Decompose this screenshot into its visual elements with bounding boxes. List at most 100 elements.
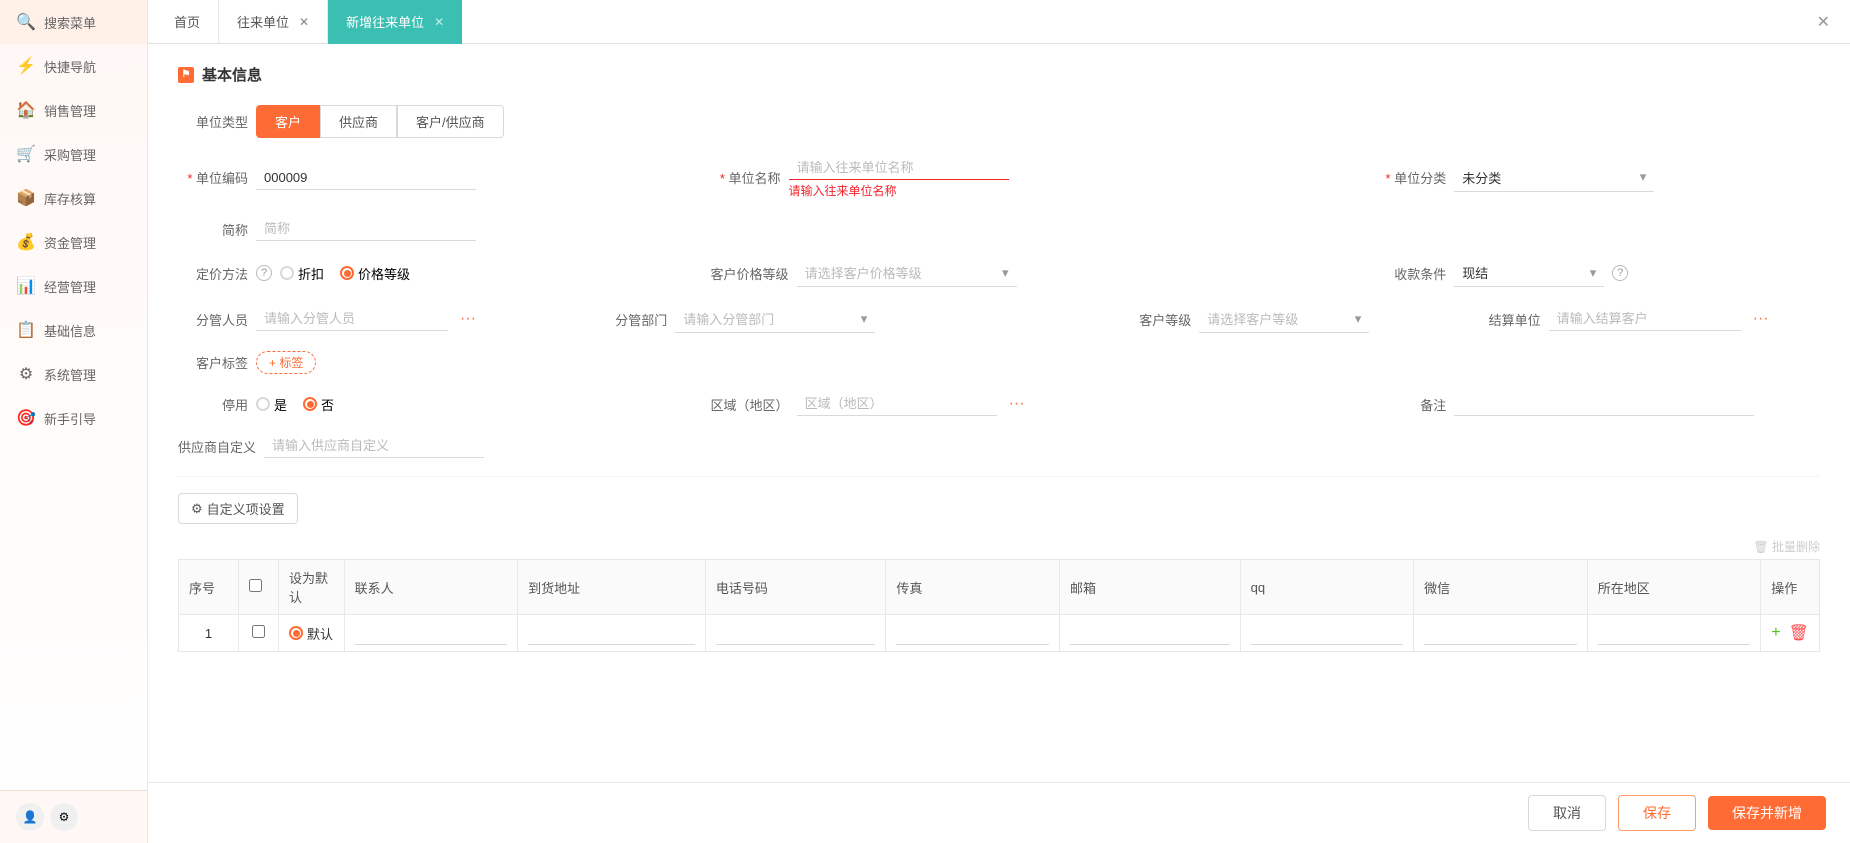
pricing-radio-discount[interactable]: 折扣 [280, 264, 324, 283]
short-name-input[interactable] [256, 217, 476, 241]
region-table-input[interactable] [1598, 621, 1751, 645]
dept-label: 分管部门 [597, 310, 667, 329]
batch-delete-button[interactable]: 🗑 批量删除 [178, 538, 1820, 555]
unit-category-label: 单位分类 [1376, 168, 1446, 187]
delete-row-button[interactable]: 🗑 [1789, 623, 1809, 643]
customer-price-select[interactable]: 请选择客户价格等级 ▾ [797, 259, 1017, 287]
sidebar-item-purchase[interactable]: 🛒 采购管理 [0, 132, 147, 176]
discount-radio-circle [280, 266, 294, 280]
sidebar-item-finance[interactable]: 💰 资金管理 [0, 220, 147, 264]
type-btn-both[interactable]: 客户/供应商 [397, 105, 504, 138]
customer-level-placeholder: 请选择客户等级 [1207, 309, 1298, 328]
pricing-label: 定价方法 [178, 264, 248, 283]
sidebar-item-label: 销售管理 [44, 101, 96, 120]
sidebar-item-operations[interactable]: 📊 经营管理 [0, 264, 147, 308]
form-content: ⚑ 基本信息 单位类型 客户 供应商 客户/供应商 单位编码 单位名称 [148, 44, 1850, 782]
sidebar-item-basic-info[interactable]: 📋 基础信息 [0, 308, 147, 352]
customer-price-caret: ▾ [1002, 265, 1009, 281]
customer-level-select[interactable]: 请选择客户等级 ▾ [1199, 305, 1369, 333]
sidebar-item-label: 搜索菜单 [44, 13, 96, 32]
cancel-button[interactable]: 取消 [1528, 795, 1606, 831]
manager-input[interactable] [256, 307, 448, 331]
region-input[interactable] [797, 392, 997, 416]
customer-price-placeholder: 请选择客户价格等级 [805, 263, 922, 282]
sidebar-item-search[interactable]: 🔍 搜索菜单 [0, 0, 147, 44]
row-checkbox[interactable] [252, 625, 265, 638]
supplier-custom-input[interactable] [264, 434, 484, 458]
section-title: 基本信息 [202, 64, 262, 85]
select-all-checkbox[interactable] [249, 579, 262, 592]
sidebar-item-inventory[interactable]: 📦 库存核算 [0, 176, 147, 220]
sidebar-item-sales[interactable]: 🏠 销售管理 [0, 88, 147, 132]
tab-home[interactable]: 首页 [156, 0, 219, 44]
th-action: 操作 [1761, 560, 1820, 615]
phone-input[interactable] [716, 621, 876, 645]
wechat-input[interactable] [1424, 621, 1577, 645]
sidebar-item-label: 资金管理 [44, 233, 96, 252]
customer-level-caret: ▾ [1355, 311, 1362, 327]
th-default: 设为默认 [279, 560, 345, 615]
type-buttons: 客户 供应商 客户/供应商 [256, 105, 504, 138]
unit-code-group: 单位编码 [178, 166, 711, 190]
custom-settings-label: 自定义项设置 [207, 499, 285, 518]
tab-partners[interactable]: 往来单位 ✕ [219, 0, 328, 44]
contact-input[interactable] [355, 621, 508, 645]
pricing-radio-price-level[interactable]: 价格等级 [340, 264, 410, 283]
settlement-group: 结算单位 ··· [1471, 307, 1820, 331]
disable-yes-label: 是 [274, 395, 287, 414]
tab-home-label: 首页 [174, 12, 200, 31]
settings-bottom-icon[interactable]: ⚙ [50, 803, 78, 831]
disable-yes[interactable]: 是 [256, 395, 287, 414]
unit-name-input[interactable] [789, 156, 1009, 180]
settlement-ellipsis[interactable]: ··· [1749, 310, 1773, 328]
table-header: 序号 设为默认 联系人 到货地址 电话号码 传真 邮箱 qq 微信 所在地区 操… [179, 560, 1820, 615]
pricing-row: 定价方法 ? 折扣 价格等级 客户价格等级 请选择客户价格等级 [178, 259, 1820, 287]
sidebar-item-guide[interactable]: 🎯 新手引导 [0, 396, 147, 440]
address-input[interactable] [528, 621, 695, 645]
th-wechat: 微信 [1414, 560, 1588, 615]
add-tag-button[interactable]: + 标签 [256, 351, 316, 374]
table-row: 1 默认 [179, 615, 1820, 652]
section-divider [178, 476, 1820, 477]
sidebar: 🔍 搜索菜单 ⚡ 快捷导航 🏠 销售管理 🛒 采购管理 📦 库存核算 💰 资金管… [0, 0, 148, 843]
save-new-button[interactable]: 保存并新增 [1708, 796, 1826, 830]
unit-code-input[interactable] [256, 166, 476, 190]
payment-help-icon[interactable]: ? [1612, 265, 1628, 281]
purchase-icon: 🛒 [16, 144, 36, 164]
fax-input[interactable] [896, 621, 1049, 645]
row-actions: + 🗑 [1771, 623, 1809, 643]
sidebar-item-quick-nav[interactable]: ⚡ 快捷导航 [0, 44, 147, 88]
th-email: 邮箱 [1059, 560, 1240, 615]
email-input[interactable] [1070, 621, 1230, 645]
region-ellipsis[interactable]: ··· [1005, 395, 1029, 413]
type-btn-supplier[interactable]: 供应商 [320, 105, 397, 138]
dept-select[interactable]: 请输入分管部门 ▾ [675, 305, 875, 333]
custom-settings-button[interactable]: ⚙ 自定义项设置 [178, 493, 298, 524]
payment-condition-select[interactable]: 现结 ▾ [1454, 259, 1604, 287]
type-btn-customer[interactable]: 客户 [256, 105, 320, 138]
unit-category-select[interactable]: 未分类 ▾ [1454, 164, 1654, 192]
remark-input[interactable] [1454, 392, 1754, 416]
add-row-button[interactable]: + [1771, 624, 1780, 642]
manager-ellipsis[interactable]: ··· [456, 310, 480, 328]
settlement-label: 结算单位 [1471, 310, 1541, 329]
sidebar-item-system[interactable]: ⚙ 系统管理 [0, 352, 147, 396]
settlement-input[interactable] [1549, 307, 1741, 331]
tab-new-partner-close[interactable]: ✕ [434, 15, 444, 29]
tab-new-partner[interactable]: 新增往来单位 ✕ [328, 0, 462, 44]
tab-bar: 首页 往来单位 ✕ 新增往来单位 ✕ ✕ [148, 0, 1850, 44]
tab-partners-close[interactable]: ✕ [299, 15, 309, 29]
qq-input[interactable] [1251, 621, 1404, 645]
td-phone [705, 615, 886, 652]
default-radio[interactable]: 默认 [289, 624, 334, 643]
supplier-custom-group: 供应商自定义 [178, 434, 1820, 458]
disable-no[interactable]: 否 [303, 395, 334, 414]
td-qq [1240, 615, 1414, 652]
close-all-tabs-button[interactable]: ✕ [1805, 12, 1842, 32]
th-address: 到货地址 [518, 560, 706, 615]
th-no: 序号 [179, 560, 239, 615]
td-action: + 🗑 [1761, 615, 1820, 652]
pricing-help-icon[interactable]: ? [256, 265, 272, 281]
sidebar-item-label: 采购管理 [44, 145, 96, 164]
save-button[interactable]: 保存 [1618, 795, 1696, 831]
